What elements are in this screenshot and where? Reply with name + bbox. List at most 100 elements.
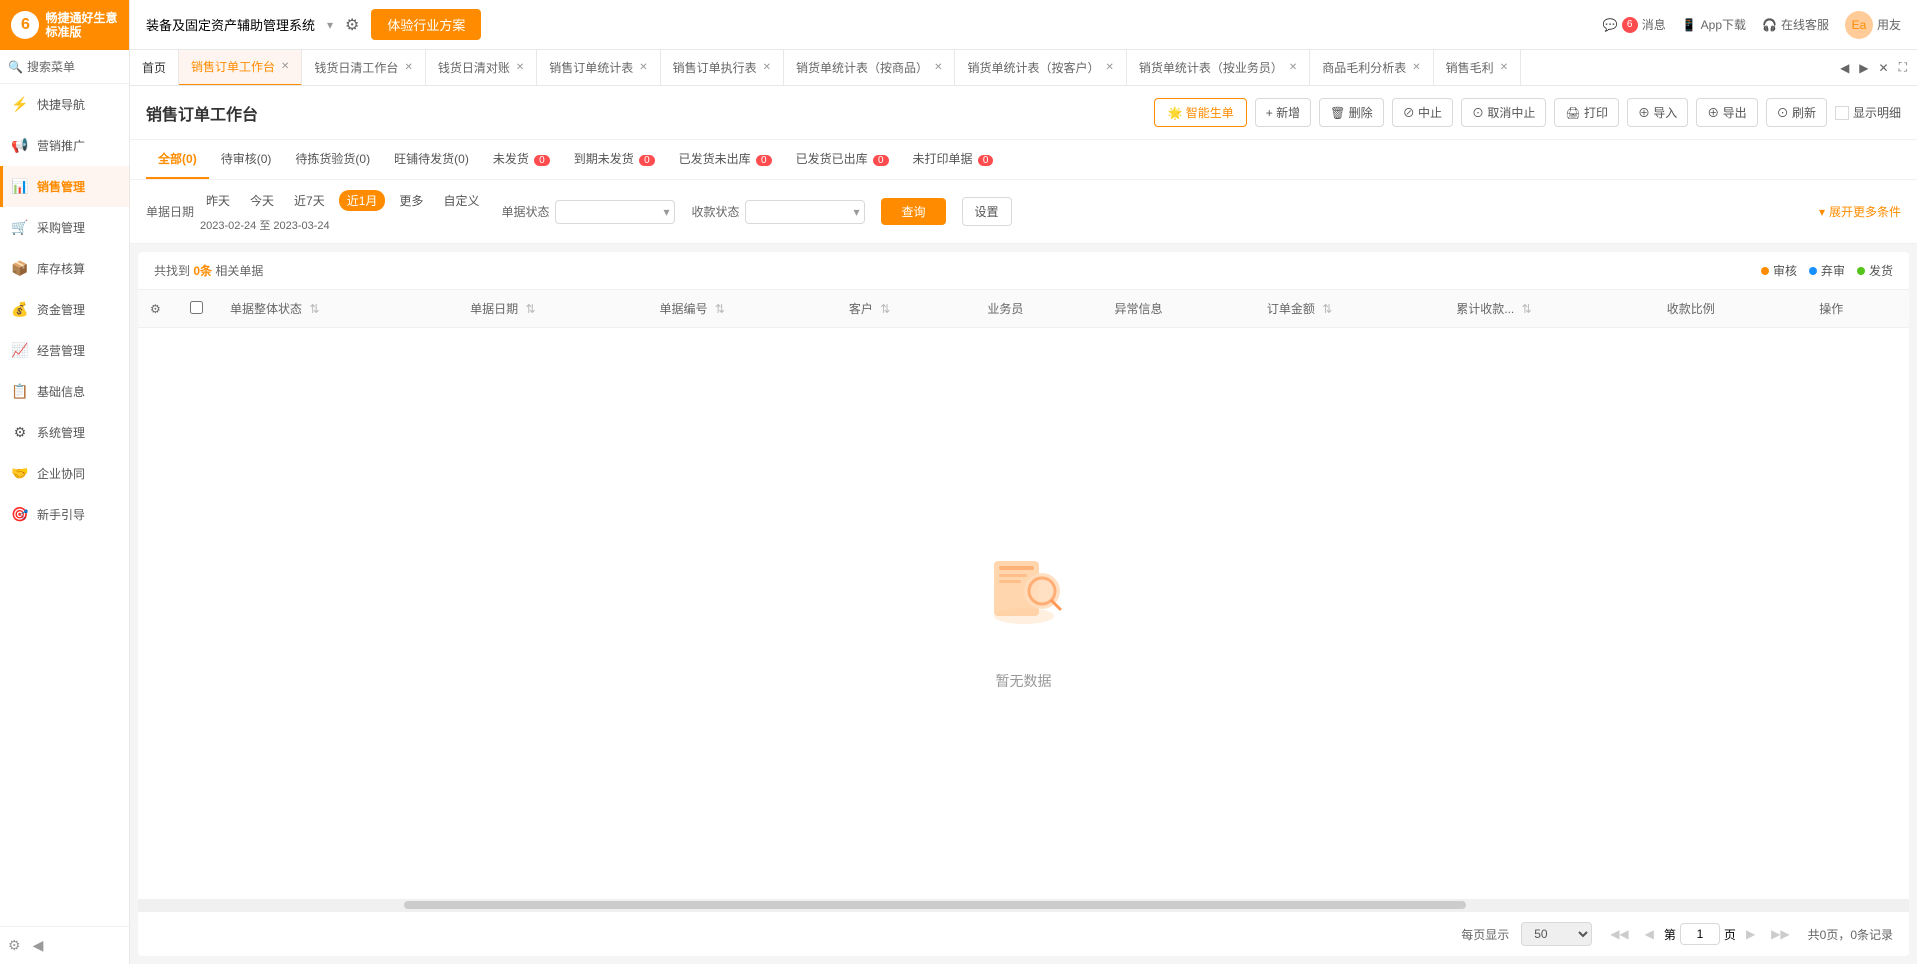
- message-action[interactable]: 💬 6 消息: [1603, 16, 1666, 33]
- sub-tab-not-shipped[interactable]: 未发货 0: [481, 140, 562, 179]
- topbar-settings-icon[interactable]: ⚙: [345, 15, 359, 35]
- sidebar-item-guide[interactable]: 🎯 新手引导: [0, 494, 129, 535]
- sub-tab-pending-inspection[interactable]: 待拣货验货(0): [283, 140, 382, 179]
- settings-bottom-icon[interactable]: ⚙: [8, 937, 21, 954]
- sort-date-icon[interactable]: ⇅: [526, 302, 536, 316]
- expand-filter-btn[interactable]: ▾ 展开更多条件: [1819, 203, 1901, 220]
- tab-close-summary-customer[interactable]: ✕: [1105, 62, 1113, 73]
- sort-collected-icon[interactable]: ⇅: [1522, 302, 1532, 316]
- tab-cash-reconcile[interactable]: 钱货日清对账 ✕: [426, 50, 537, 86]
- sidebar-item-basic-info[interactable]: 📋 基础信息: [0, 371, 129, 412]
- sort-customer-icon[interactable]: ⇅: [880, 302, 890, 316]
- export-btn[interactable]: ⊕ 导出: [1696, 98, 1757, 127]
- prev-page-btn[interactable]: ◀: [1639, 925, 1660, 943]
- collapse-icon[interactable]: ◀: [33, 937, 44, 954]
- sort-amount-icon[interactable]: ⇅: [1322, 302, 1332, 316]
- sidebar-item-inventory[interactable]: 📦 库存核算: [0, 248, 129, 289]
- sub-tab-all[interactable]: 全部(0): [146, 140, 209, 179]
- tab-close-cash-daily[interactable]: ✕: [404, 62, 412, 73]
- sub-tab-overdue[interactable]: 到期未发货 0: [562, 140, 667, 179]
- last-page-btn[interactable]: ▶▶: [1765, 925, 1795, 943]
- tab-sales-summary-staff[interactable]: 销货单统计表（按业务员） ✕: [1127, 50, 1310, 86]
- col-settings[interactable]: ⚙: [138, 290, 178, 328]
- tab-close-summary-product[interactable]: ✕: [934, 62, 942, 73]
- sidebar-item-quick-nav[interactable]: ⚡ 快捷导航: [0, 84, 129, 125]
- page-input[interactable]: [1680, 923, 1720, 945]
- tab-nav-prev[interactable]: ◀: [1836, 59, 1853, 77]
- import-btn[interactable]: ⊕ 导入: [1627, 98, 1688, 127]
- sidebar-search[interactable]: 🔍 搜索菜单: [0, 50, 129, 84]
- status-filter: 单据状态: [501, 200, 675, 224]
- app-download-action[interactable]: 📱 App下载: [1682, 16, 1746, 33]
- date-opt-custom[interactable]: 自定义: [437, 190, 485, 211]
- date-opt-yesterday[interactable]: 昨天: [200, 190, 236, 211]
- topbar: 装备及固定资产辅助管理系统 ▾ ⚙ 体验行业方案 💬 6 消息 📱 App下载 …: [130, 0, 1917, 50]
- date-opt-more[interactable]: 更多: [393, 190, 429, 211]
- query-btn[interactable]: 查询: [881, 198, 945, 225]
- cancel-stop-btn[interactable]: ⊙ 取消中止: [1461, 98, 1546, 127]
- trial-btn[interactable]: 体验行业方案: [371, 9, 481, 40]
- sub-tab-shipped-out[interactable]: 已发货已出库 0: [784, 140, 901, 179]
- sidebar-item-operations[interactable]: 📈 经营管理: [0, 330, 129, 371]
- tab-close-sales-workbench[interactable]: ✕: [281, 61, 289, 72]
- topbar-actions: 💬 6 消息 📱 App下载 🎧 在线客服 Ea 用友: [1603, 11, 1901, 39]
- display-detail-checkbox[interactable]: [1835, 106, 1849, 120]
- tab-sales-stats[interactable]: 销售订单统计表 ✕: [537, 50, 660, 86]
- sidebar-item-enterprise[interactable]: 🤝 企业协同: [0, 453, 129, 494]
- user-action[interactable]: Ea 用友: [1845, 11, 1901, 39]
- tab-nav-next[interactable]: ▶: [1855, 59, 1872, 77]
- date-opt-1month[interactable]: 近1月: [339, 190, 386, 211]
- tab-sales-summary-customer[interactable]: 销货单统计表（按客户） ✕: [955, 50, 1126, 86]
- tab-close-cash-reconcile[interactable]: ✕: [516, 62, 524, 73]
- filter-settings-btn[interactable]: 设置: [962, 197, 1012, 226]
- tab-close-margin[interactable]: ✕: [1412, 62, 1420, 73]
- sort-number-icon[interactable]: ⇅: [715, 302, 725, 316]
- sidebar-item-finance[interactable]: 💰 资金管理: [0, 289, 129, 330]
- payment-select[interactable]: [745, 200, 865, 224]
- tab-fullscreen[interactable]: ⛶: [1895, 58, 1911, 77]
- sub-tab-pending-review[interactable]: 待审核(0): [209, 140, 284, 179]
- sub-tab-wangpu-pending[interactable]: 旺铺待发货(0): [382, 140, 481, 179]
- sidebar-item-marketing[interactable]: 📢 营销推广: [0, 125, 129, 166]
- page-size-select[interactable]: 50 10 20 100: [1521, 922, 1592, 946]
- tab-sales-workbench[interactable]: 销售订单工作台 ✕: [179, 50, 302, 86]
- smart-btn[interactable]: 🌟 智能生单: [1154, 98, 1246, 127]
- review-btn[interactable]: 审核: [1761, 262, 1797, 279]
- col-checkbox[interactable]: [178, 290, 218, 328]
- tab-sales-summary-product[interactable]: 销货单统计表（按商品） ✕: [784, 50, 955, 86]
- tab-close-all[interactable]: ✕: [1875, 59, 1893, 77]
- refresh-btn[interactable]: ⊙ 刷新: [1766, 98, 1827, 127]
- tab-close-sales-exec[interactable]: ✕: [763, 62, 771, 73]
- add-btn[interactable]: + 新增: [1255, 98, 1311, 127]
- tab-home[interactable]: 首页: [130, 50, 179, 86]
- select-all-checkbox[interactable]: [190, 301, 203, 314]
- tab-cash-daily[interactable]: 钱货日清工作台 ✕: [302, 50, 425, 86]
- display-detail-label[interactable]: 显示明细: [1835, 104, 1901, 121]
- tab-sales-exec[interactable]: 销售订单执行表 ✕: [661, 50, 784, 86]
- tab-close-sales-stats[interactable]: ✕: [639, 62, 647, 73]
- first-page-btn[interactable]: ◀◀: [1604, 925, 1634, 943]
- date-opt-today[interactable]: 今天: [244, 190, 280, 211]
- delete-btn[interactable]: 🗑 删除: [1319, 98, 1384, 127]
- date-opt-7days[interactable]: 近7天: [288, 190, 331, 211]
- sub-tab-shipped-not-in[interactable]: 已发货未出库 0: [667, 140, 784, 179]
- tab-close-profit[interactable]: ✕: [1500, 62, 1508, 73]
- cancel-review-btn[interactable]: 弃审: [1809, 262, 1845, 279]
- print-btn[interactable]: 🖨 打印: [1554, 98, 1619, 127]
- tab-close-summary-staff[interactable]: ✕: [1289, 62, 1297, 73]
- next-page-btn[interactable]: ▶: [1740, 925, 1761, 943]
- tab-margin-analysis[interactable]: 商品毛利分析表 ✕: [1310, 50, 1433, 86]
- horizontal-scrollbar[interactable]: [138, 899, 1909, 911]
- payment-filter: 收款状态: [691, 200, 865, 224]
- scrollbar-thumb[interactable]: [404, 901, 1467, 909]
- ship-btn[interactable]: 发货: [1857, 262, 1893, 279]
- tab-sales-profit[interactable]: 销售毛利 ✕: [1434, 50, 1521, 86]
- sidebar-item-purchase[interactable]: 🛒 采购管理: [0, 207, 129, 248]
- online-service-action[interactable]: 🎧 在线客服: [1762, 16, 1829, 33]
- status-select[interactable]: [555, 200, 675, 224]
- stop-btn[interactable]: ⊘ 中止: [1392, 98, 1453, 127]
- sidebar-item-system[interactable]: ⚙ 系统管理: [0, 412, 129, 453]
- sort-status-icon[interactable]: ⇅: [309, 302, 319, 316]
- sidebar-item-sales[interactable]: 📊 销售管理: [0, 166, 129, 207]
- sub-tab-not-printed[interactable]: 未打印单据 0: [901, 140, 1006, 179]
